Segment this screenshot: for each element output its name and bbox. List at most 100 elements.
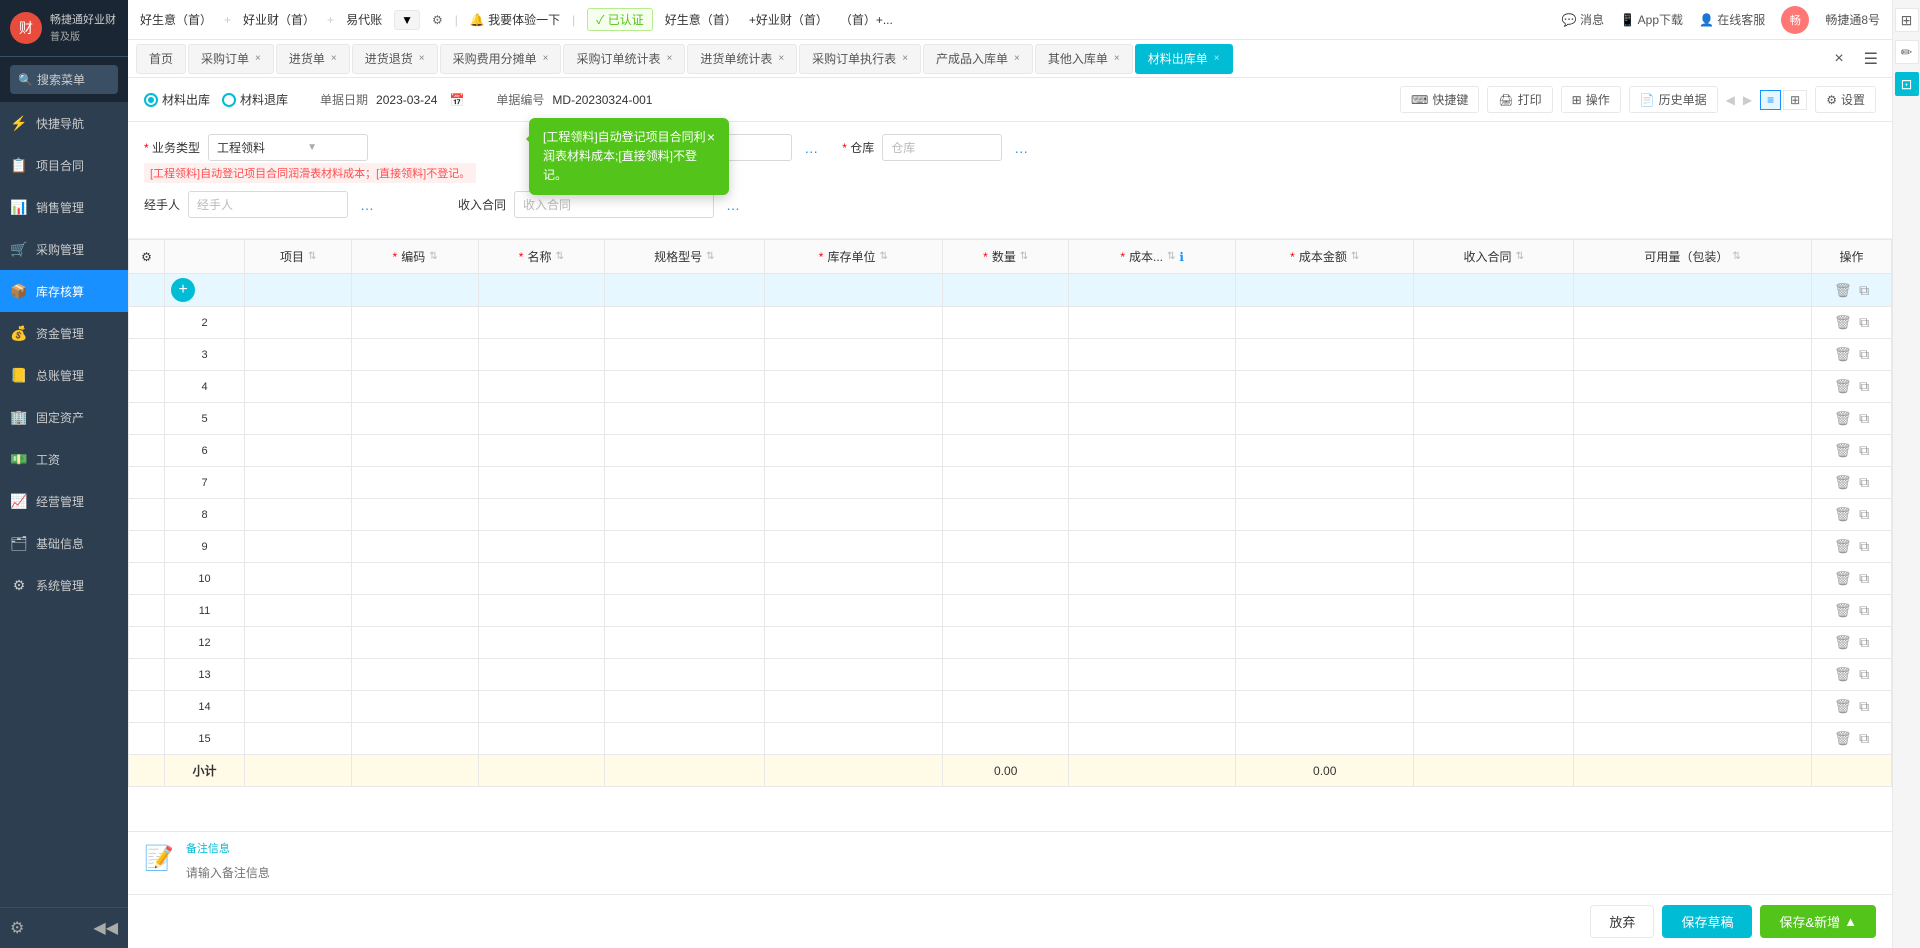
row-name-cell[interactable]: [478, 371, 604, 403]
row-code-cell[interactable]: [352, 595, 478, 627]
delete-row-button[interactable]: 🗑: [1832, 536, 1854, 557]
row-spec-cell[interactable]: [604, 307, 764, 339]
row-code-cell[interactable]: [352, 467, 478, 499]
row-project-cell[interactable]: [245, 627, 352, 659]
tab-close-inbound-stat[interactable]: ×: [778, 53, 784, 64]
tab-nav-button[interactable]: ☰: [1858, 47, 1884, 71]
row-cost-price-cell[interactable]: [1069, 467, 1236, 499]
row-quantity-cell[interactable]: [943, 274, 1069, 307]
row-name-cell[interactable]: [478, 595, 604, 627]
row-cost-amount-cell[interactable]: [1235, 659, 1413, 691]
sort-spec-icon[interactable]: ⇅: [706, 251, 714, 262]
copy-row-button[interactable]: ⧉: [1857, 408, 1871, 429]
operate-button[interactable]: ⊞ 操作: [1561, 86, 1621, 113]
row-cost-amount-cell[interactable]: [1235, 499, 1413, 531]
sidebar-item-accounting[interactable]: 📒 总账管理: [0, 354, 128, 396]
delete-row-button[interactable]: 🗑: [1832, 312, 1854, 333]
tab-purchase-order[interactable]: 采购订单 ×: [188, 44, 274, 74]
row-income-contract-cell[interactable]: [1414, 435, 1574, 467]
calendar-icon[interactable]: 📅: [449, 93, 464, 107]
topnav-dropdown-button[interactable]: ▼: [394, 10, 420, 30]
collapse-button[interactable]: ◀◀: [93, 918, 118, 938]
row-available-qty-cell[interactable]: [1574, 691, 1812, 723]
view-list-button[interactable]: ≡: [1760, 90, 1781, 110]
row-cost-amount-cell[interactable]: [1235, 307, 1413, 339]
copy-row-button[interactable]: ⧉: [1857, 472, 1871, 493]
row-cost-amount-cell[interactable]: [1235, 435, 1413, 467]
income-contract-more-button[interactable]: …: [726, 197, 740, 213]
copy-row-button[interactable]: ⧉: [1857, 632, 1871, 653]
tab-close-product-in[interactable]: ×: [1014, 53, 1020, 64]
row-code-cell[interactable]: [352, 563, 478, 595]
delete-row-button[interactable]: 🗑: [1832, 568, 1854, 589]
tab-purchase-stat[interactable]: 采购订单统计表 ×: [563, 44, 685, 74]
view-grid-button[interactable]: ⊞: [1783, 90, 1807, 110]
row-spec-cell[interactable]: [604, 274, 764, 307]
row-unit-cell[interactable]: [764, 499, 942, 531]
income-contract-input[interactable]: 收入合同: [514, 191, 714, 218]
copy-row-button[interactable]: ⧉: [1857, 568, 1871, 589]
save-new-button[interactable]: 保存&新增 ▲: [1760, 905, 1876, 938]
row-quantity-cell[interactable]: [943, 403, 1069, 435]
row-available-qty-cell[interactable]: [1574, 371, 1812, 403]
delete-row-button[interactable]: 🗑: [1832, 664, 1854, 685]
row-available-qty-cell[interactable]: [1574, 531, 1812, 563]
row-code-cell[interactable]: [352, 531, 478, 563]
project-more-button[interactable]: …: [804, 140, 818, 156]
row-project-cell[interactable]: [245, 499, 352, 531]
row-income-contract-cell[interactable]: [1414, 307, 1574, 339]
sidebar-item-shortcut[interactable]: ⚡ 快捷导航: [0, 102, 128, 144]
shortcut-key-button[interactable]: ⌨ 快捷键: [1400, 86, 1479, 113]
row-code-cell[interactable]: [352, 307, 478, 339]
row-project-cell[interactable]: [245, 531, 352, 563]
save-draft-button[interactable]: 保存草稿: [1662, 905, 1752, 938]
handler-input[interactable]: 经手人: [188, 191, 348, 218]
row-project-cell[interactable]: [245, 723, 352, 755]
row-code-cell[interactable]: [352, 274, 478, 307]
copy-row-button[interactable]: ⧉: [1857, 600, 1871, 621]
row-quantity-cell[interactable]: [943, 723, 1069, 755]
row-name-cell[interactable]: [478, 563, 604, 595]
row-spec-cell[interactable]: [604, 723, 764, 755]
row-cost-amount-cell[interactable]: [1235, 403, 1413, 435]
row-cost-amount-cell[interactable]: [1235, 595, 1413, 627]
tab-close-inbound-return[interactable]: ×: [419, 53, 425, 64]
row-name-cell[interactable]: [478, 403, 604, 435]
row-project-cell[interactable]: [245, 659, 352, 691]
sort-available-qty-icon[interactable]: ⇅: [1732, 251, 1740, 262]
tab-inbound-return[interactable]: 进货退货 ×: [352, 44, 438, 74]
sort-code-icon[interactable]: ⇅: [429, 251, 437, 262]
tab-close-purchase-exec[interactable]: ×: [902, 53, 908, 64]
row-unit-cell[interactable]: [764, 627, 942, 659]
row-code-cell[interactable]: [352, 659, 478, 691]
tab-close-purchase-cost[interactable]: ×: [543, 53, 549, 64]
th-settings[interactable]: ⚙: [129, 240, 165, 274]
copy-row-button[interactable]: ⧉: [1857, 504, 1871, 525]
tab-other-in[interactable]: 其他入库单 ×: [1035, 44, 1133, 74]
delete-row-button[interactable]: 🗑: [1832, 344, 1854, 365]
row-name-cell[interactable]: [478, 339, 604, 371]
topnav-haoshengyi1[interactable]: 好生意（首）: [140, 11, 212, 28]
sort-project-icon[interactable]: ⇅: [308, 251, 316, 262]
row-project-cell[interactable]: [245, 403, 352, 435]
note-input[interactable]: [186, 860, 341, 886]
row-name-cell[interactable]: [478, 531, 604, 563]
row-unit-cell[interactable]: [764, 531, 942, 563]
info-icon[interactable]: ℹ: [1179, 250, 1184, 264]
row-cost-amount-cell[interactable]: [1235, 339, 1413, 371]
row-project-cell[interactable]: [245, 371, 352, 403]
row-code-cell[interactable]: [352, 499, 478, 531]
copy-row-button[interactable]: ⧉: [1857, 696, 1871, 717]
row-code-cell[interactable]: [352, 403, 478, 435]
user-name[interactable]: 畅捷通8号: [1825, 11, 1880, 28]
row-quantity-cell[interactable]: [943, 499, 1069, 531]
sort-cost-price-icon[interactable]: ⇅: [1167, 251, 1175, 262]
row-cost-price-cell[interactable]: [1069, 691, 1236, 723]
copy-row-button[interactable]: ⧉: [1857, 344, 1871, 365]
row-income-contract-cell[interactable]: [1414, 499, 1574, 531]
sidebar-item-assets[interactable]: 🏢 固定资产: [0, 396, 128, 438]
row-unit-cell[interactable]: [764, 371, 942, 403]
row-unit-cell[interactable]: [764, 467, 942, 499]
row-cost-amount-cell[interactable]: [1235, 691, 1413, 723]
sort-quantity-icon[interactable]: ⇅: [1020, 251, 1028, 262]
